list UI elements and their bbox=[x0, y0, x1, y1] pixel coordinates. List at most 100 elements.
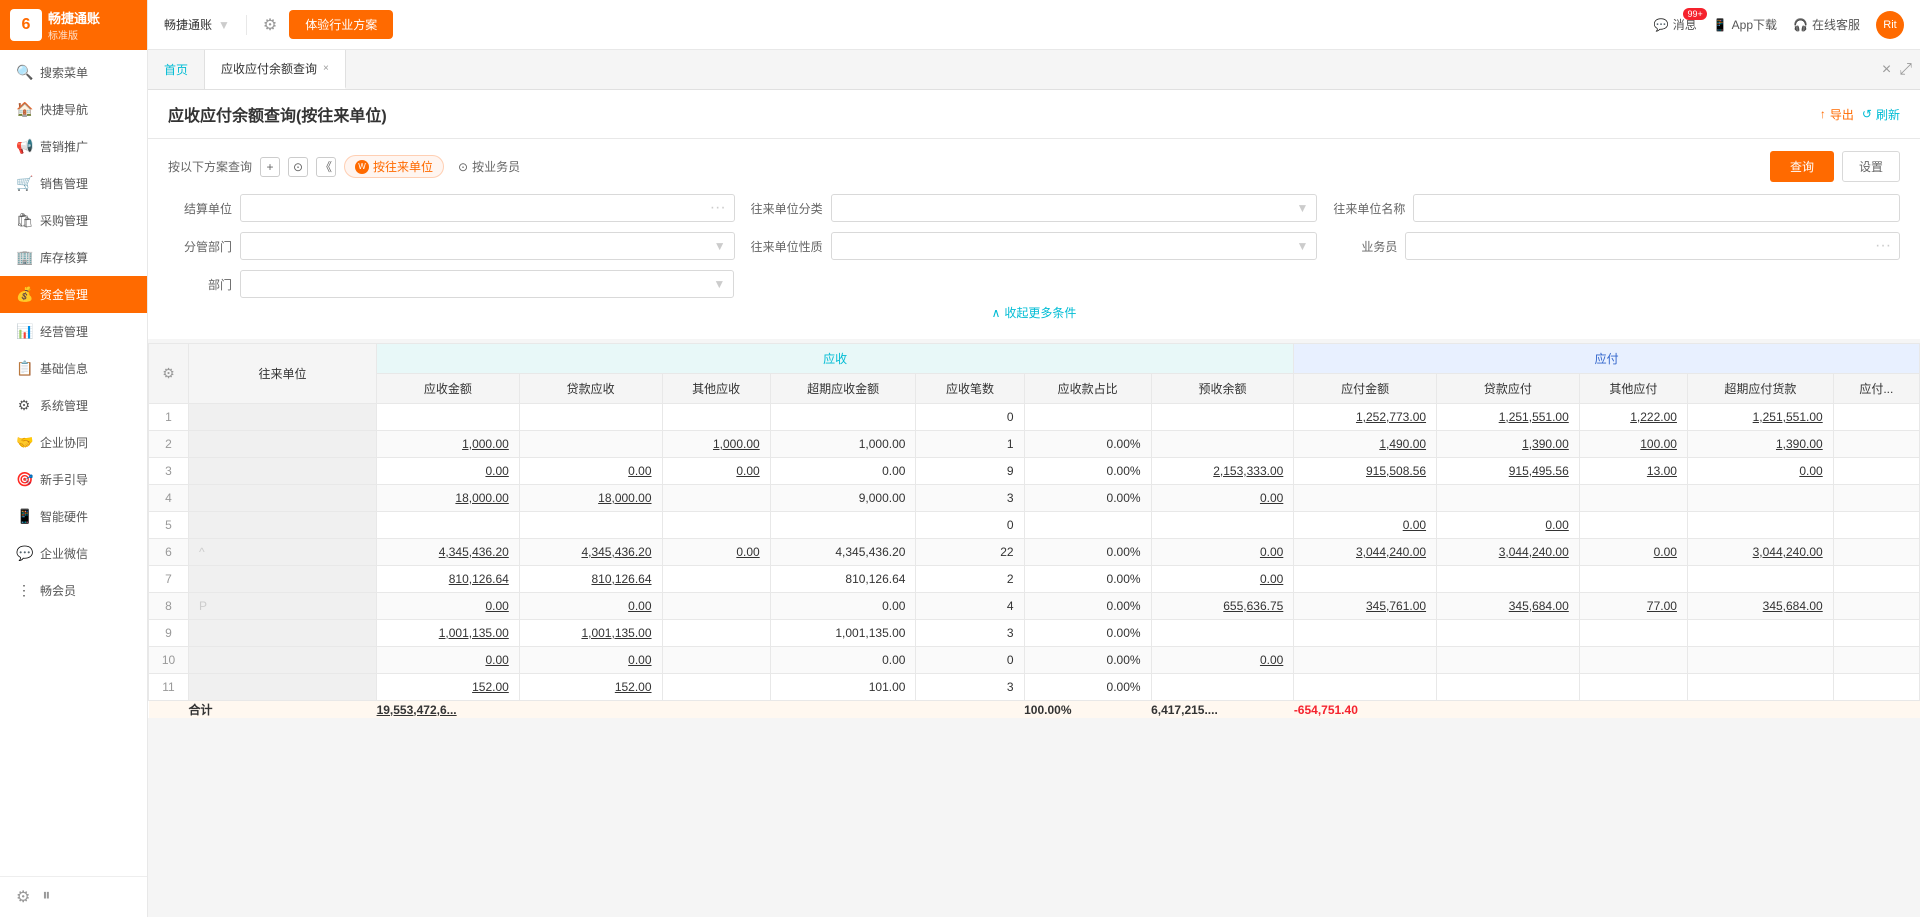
cell-ar-ratio: 0.00% bbox=[1024, 485, 1151, 512]
scheme-add-button[interactable]: + bbox=[260, 157, 280, 177]
messages-button[interactable]: 💬 消息 99 bbox=[1654, 16, 1697, 33]
window-close-icon[interactable]: × bbox=[1882, 61, 1891, 79]
settings-icon[interactable]: ⚙ bbox=[263, 15, 277, 35]
scheme-collapse-button[interactable]: 《 bbox=[316, 157, 336, 177]
cell-link[interactable]: 915,495.56 bbox=[1509, 464, 1569, 478]
export-button[interactable]: ↑ 导出 bbox=[1820, 106, 1854, 123]
cell-link[interactable]: 18,000.00 bbox=[455, 491, 508, 505]
tab-ar-ap-query[interactable]: 应收应付余额查询 × bbox=[205, 50, 346, 89]
cell-link[interactable]: 3,044,240.00 bbox=[1356, 545, 1426, 559]
cell-link[interactable]: 1,251,551.00 bbox=[1753, 410, 1823, 424]
partner-name-input[interactable] bbox=[1413, 194, 1900, 222]
sidebar-item-marketing[interactable]: 📢 营销推广 bbox=[0, 128, 147, 165]
cell-link[interactable]: 345,684.00 bbox=[1763, 599, 1823, 613]
sidebar-item-finance[interactable]: 💰 资金管理 bbox=[0, 276, 147, 313]
sidebar-item-system[interactable]: ⚙ 系统管理 bbox=[0, 387, 147, 424]
sidebar-item-quick-nav[interactable]: 🏠 快捷导航 bbox=[0, 91, 147, 128]
sidebar-item-operations[interactable]: 📊 经营管理 bbox=[0, 313, 147, 350]
cell-link[interactable]: 1,001,135.00 bbox=[581, 626, 651, 640]
cell-ap-amount: 1,490.00 bbox=[1294, 431, 1437, 458]
sidebar-item-enterprise[interactable]: 🤝 企业协同 bbox=[0, 424, 147, 461]
cell-link[interactable]: 4,345,436.20 bbox=[439, 545, 509, 559]
cell-link[interactable]: 100.00 bbox=[1640, 437, 1677, 451]
cell-link[interactable]: 152.00 bbox=[472, 680, 509, 694]
cell-link[interactable]: 0.00 bbox=[1260, 545, 1283, 559]
cell-link[interactable]: 1,490.00 bbox=[1379, 437, 1426, 451]
cell-link[interactable]: 1,390.00 bbox=[1776, 437, 1823, 451]
collapse-more-button[interactable]: ∧ 收起更多条件 bbox=[168, 298, 1900, 327]
cell-link[interactable]: 915,508.56 bbox=[1366, 464, 1426, 478]
user-avatar[interactable]: Rit bbox=[1876, 11, 1904, 39]
cell-link[interactable]: 655,636.75 bbox=[1223, 599, 1283, 613]
cell-link[interactable]: 0.00 bbox=[1403, 518, 1426, 532]
scheme-by-customer[interactable]: W 按往来单位 bbox=[344, 155, 444, 178]
cell-link[interactable]: 345,684.00 bbox=[1509, 599, 1569, 613]
cell-link[interactable]: 1,390.00 bbox=[1522, 437, 1569, 451]
refresh-button[interactable]: ↺ 刷新 bbox=[1862, 106, 1900, 123]
cell-link[interactable]: 2,153,333.00 bbox=[1213, 464, 1283, 478]
cell-link[interactable]: 1,251,551.00 bbox=[1499, 410, 1569, 424]
sidebar-item-guide[interactable]: 🎯 新手引导 bbox=[0, 461, 147, 498]
cell-link[interactable]: 345,761.00 bbox=[1366, 599, 1426, 613]
salesperson-dots[interactable]: ··· bbox=[1875, 237, 1891, 255]
scheme-by-staff[interactable]: ⊙ 按业务员 bbox=[452, 156, 526, 177]
cell-link[interactable]: 77.00 bbox=[1647, 599, 1677, 613]
settings-bottom-icon[interactable]: ⚙ bbox=[16, 887, 30, 907]
cell-link[interactable]: 3,044,240.00 bbox=[1499, 545, 1569, 559]
sidebar-item-smart-hw[interactable]: 📱 智能硬件 bbox=[0, 498, 147, 535]
cell-ap-other: 13.00 bbox=[1579, 458, 1687, 485]
settlement-unit-dots[interactable]: ··· bbox=[710, 199, 726, 217]
setting-button[interactable]: 设置 bbox=[1842, 151, 1900, 182]
cell-link[interactable]: 0.00 bbox=[628, 464, 651, 478]
cell-link[interactable]: 0.00 bbox=[1260, 572, 1283, 586]
sidebar-item-wechat[interactable]: 💬 企业微信 bbox=[0, 535, 147, 572]
cell-link[interactable]: 152.00 bbox=[615, 680, 652, 694]
partner-nature-select[interactable]: ▼ bbox=[831, 232, 1318, 260]
cell-link[interactable]: 810,126.64 bbox=[449, 572, 509, 586]
online-service-button[interactable]: 🎧 在线客服 bbox=[1793, 16, 1860, 33]
cell-link[interactable]: 3,044,240.00 bbox=[1753, 545, 1823, 559]
scheme-edit-button[interactable]: ⊙ bbox=[288, 157, 308, 177]
tab-home[interactable]: 首页 bbox=[148, 50, 205, 89]
window-maximize-icon[interactable]: ⤢ bbox=[1899, 61, 1912, 79]
sidebar-item-purchase[interactable]: 🛍 采购管理 bbox=[0, 202, 147, 239]
sidebar-item-search-menu[interactable]: 🔍 搜索菜单 bbox=[0, 54, 147, 91]
app-download-button[interactable]: 📱 App下载 bbox=[1713, 16, 1777, 33]
sidebar-item-sales[interactable]: 🛒 销售管理 bbox=[0, 165, 147, 202]
cell-link[interactable]: 1,222.00 bbox=[1630, 410, 1677, 424]
collapse-bottom-icon[interactable]: ⏸ bbox=[42, 887, 50, 907]
query-button[interactable]: 查询 bbox=[1770, 151, 1834, 182]
cell-link[interactable]: 0.00 bbox=[736, 545, 759, 559]
table-settings-icon[interactable]: ⚙ bbox=[162, 365, 175, 381]
tab-close-icon[interactable]: × bbox=[323, 63, 329, 74]
cell-link[interactable]: 1,000.00 bbox=[713, 437, 760, 451]
cell-link[interactable]: 0.00 bbox=[485, 464, 508, 478]
cell-link[interactable]: 18,000.00 bbox=[598, 491, 651, 505]
sidebar-item-inventory[interactable]: 🏢 库存核算 bbox=[0, 239, 147, 276]
cell-link[interactable]: 0.00 bbox=[1260, 491, 1283, 505]
sidebar-item-basic-info[interactable]: 📋 基础信息 bbox=[0, 350, 147, 387]
trial-button[interactable]: 体验行业方案 bbox=[289, 10, 393, 39]
department-select[interactable]: ▼ bbox=[240, 270, 734, 298]
salesperson-input[interactable]: ··· bbox=[1405, 232, 1900, 260]
cell-link[interactable]: 810,126.64 bbox=[591, 572, 651, 586]
cell-link[interactable]: 0.00 bbox=[736, 464, 759, 478]
cell-link[interactable]: 0.00 bbox=[628, 653, 651, 667]
cell-link[interactable]: 13.00 bbox=[1647, 464, 1677, 478]
cell-link[interactable]: 4,345,436.20 bbox=[581, 545, 651, 559]
cell-link[interactable]: 0.00 bbox=[1545, 518, 1568, 532]
cell-link[interactable]: 0.00 bbox=[628, 599, 651, 613]
cell-link[interactable]: 0.00 bbox=[485, 653, 508, 667]
cell-link[interactable]: 1,001,135.00 bbox=[439, 626, 509, 640]
cell-link[interactable]: 1,000.00 bbox=[462, 437, 509, 451]
sidebar-item-member[interactable]: ⋮ 畅会员 bbox=[0, 572, 147, 609]
company-selector[interactable]: 畅捷通账 ▼ bbox=[164, 16, 230, 33]
settlement-unit-input[interactable]: ··· bbox=[240, 194, 735, 222]
cell-link[interactable]: 0.00 bbox=[485, 599, 508, 613]
cell-link[interactable]: 1,252,773.00 bbox=[1356, 410, 1426, 424]
cell-link[interactable]: 0.00 bbox=[1799, 464, 1822, 478]
dept-select[interactable]: ▼ bbox=[240, 232, 735, 260]
cell-link[interactable]: 0.00 bbox=[1654, 545, 1677, 559]
cell-link[interactable]: 0.00 bbox=[1260, 653, 1283, 667]
partner-category-select[interactable]: ▼ bbox=[831, 194, 1318, 222]
